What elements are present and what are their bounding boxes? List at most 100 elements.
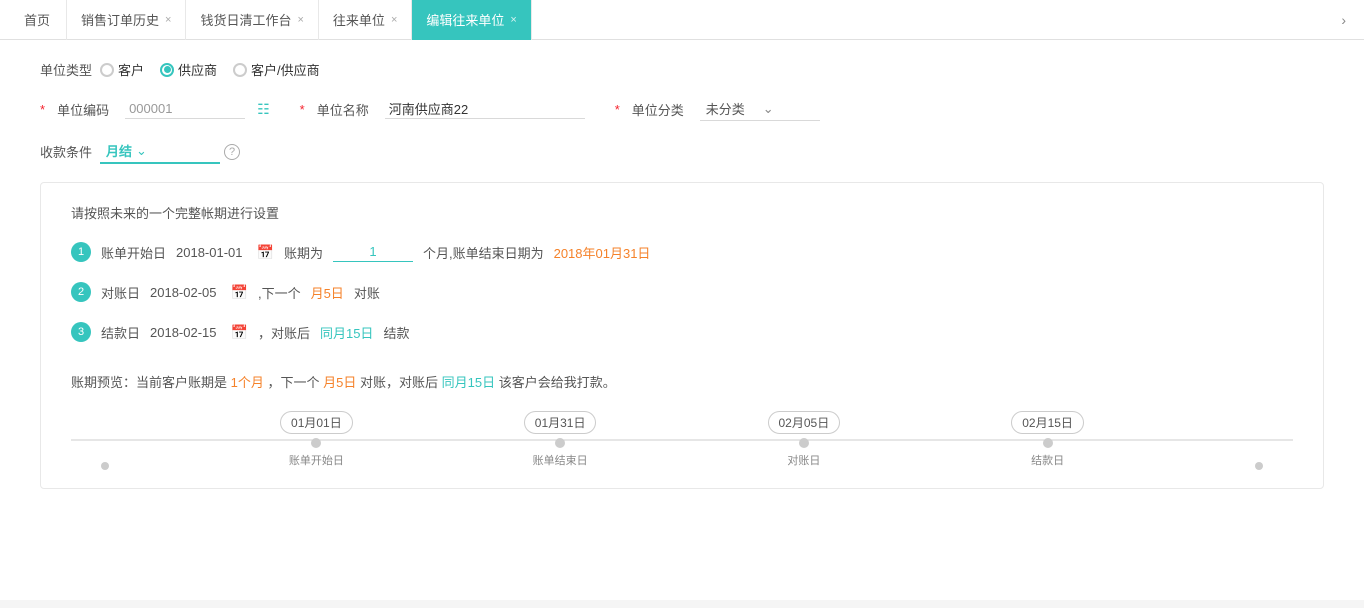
tabs-bar: 首页 销售订单历史 × 钱货日清工作台 × 往来单位 × 编辑往来单位 × › — [0, 0, 1364, 40]
radio-customer-supplier-circle — [233, 63, 247, 77]
timeline-node-3: 02月05日 对账日 — [768, 411, 841, 468]
timeline-node-4: 02月15日 结款日 — [1011, 411, 1084, 468]
preview-h2: 月5日 — [323, 375, 356, 390]
reconcile-date-row: 2 对账日 2018-02-05 📅 ,下一个 月5日 对账 — [71, 282, 1293, 302]
timeline-left-dot — [101, 462, 109, 470]
start-date-value: 2018-01-01 — [176, 245, 243, 260]
main-content: 单位类型 客户 供应商 客户/供应商 * 单位编码 ☷ * 单位名称 — [0, 40, 1364, 600]
timeline-container: 01月01日 账单开始日 01月31日 账单结束日 02月05日 对账日 02月… — [71, 411, 1293, 468]
row-num-2: 2 — [71, 282, 91, 302]
unit-category-label: 单位分类 — [632, 100, 684, 119]
unit-info-row: * 单位编码 ☷ * 单位名称 * 单位分类 未分类 ⌄ — [40, 97, 1324, 121]
payment-date-calendar-icon[interactable]: 📅 — [231, 324, 248, 341]
unit-code-input[interactable] — [125, 99, 245, 119]
timeline-node-2: 01月31日 账单结束日 — [524, 411, 597, 468]
payment-desc-highlight: 同月15日 — [320, 323, 373, 342]
period-end-date: 2018年01月31日 — [554, 243, 651, 262]
unit-type-radio-group: 客户 供应商 客户/供应商 — [100, 60, 320, 79]
row-num-1: 1 — [71, 242, 91, 262]
code-required-star: * — [40, 102, 45, 117]
timeline-right-dot — [1255, 462, 1263, 470]
start-date-row: 1 账单开始日 2018-01-01 📅 账期为 个月,账单结束日期为 2018… — [71, 242, 1293, 262]
timeline-badge-2: 01月31日 — [524, 411, 597, 434]
period-value-input[interactable] — [333, 242, 413, 262]
timeline-dot-4 — [1043, 438, 1053, 448]
radio-customer-supplier[interactable]: 客户/供应商 — [233, 60, 320, 79]
tab-sales-history[interactable]: 销售订单历史 × — [67, 0, 186, 40]
preview-suffix: 该客户会给我打款。 — [499, 375, 616, 390]
reconcile-date-value: 2018-02-05 — [150, 285, 217, 300]
close-tab-sales-history[interactable]: × — [165, 14, 171, 26]
payment-help-icon[interactable]: ? — [224, 144, 240, 160]
timeline-label-2: 账单结束日 — [533, 452, 588, 468]
timeline-dot-3 — [799, 438, 809, 448]
tab-cash-workbench[interactable]: 钱货日清工作台 × — [186, 0, 318, 40]
timeline-dot-2 — [555, 438, 565, 448]
payment-dropdown-icon: ⌄ — [136, 143, 147, 159]
start-date-calendar-icon[interactable]: 📅 — [257, 244, 274, 261]
unit-code-copy-icon[interactable]: ☷ — [257, 101, 270, 118]
row-num-3: 3 — [71, 322, 91, 342]
timeline-node-1: 01月01日 账单开始日 — [280, 411, 353, 468]
close-tab-edit-partner[interactable]: × — [510, 14, 516, 26]
reconcile-desc-after: 对账 — [354, 283, 380, 302]
unit-category-value: 未分类 — [706, 99, 757, 118]
timeline-dot-1 — [311, 438, 321, 448]
reconcile-desc-highlight: 月5日 — [311, 283, 344, 302]
unit-code-group: * 单位编码 ☷ — [40, 99, 270, 119]
radio-supplier[interactable]: 供应商 — [160, 60, 217, 79]
preview-row: 账期预览：当前客户账期是 1个月 ，下一个 月5日 对账，对账后 同月15日 该… — [71, 362, 1293, 411]
unit-name-input[interactable] — [385, 99, 585, 119]
timeline-left-endpoint — [101, 462, 109, 470]
radio-supplier-label: 供应商 — [178, 60, 217, 79]
payment-condition-select[interactable]: 月结 ⌄ — [100, 139, 220, 164]
category-dropdown-icon: ⌄ — [763, 101, 814, 117]
settings-section: 请按照未来的一个完整帐期进行设置 1 账单开始日 2018-01-01 📅 账期… — [40, 182, 1324, 489]
tab-partner-units[interactable]: 往来单位 × — [319, 0, 412, 40]
payment-date-label: 结款日 — [101, 323, 140, 342]
start-date-label: 账单开始日 — [101, 243, 166, 262]
payment-date-row: 3 结款日 2018-02-15 📅 ，对账后 同月15日 结款 — [71, 322, 1293, 342]
preview-sep1: ，下一个 — [268, 375, 320, 390]
period-suffix: 个月,账单结束日期为 — [423, 243, 544, 262]
category-required-star: * — [615, 102, 620, 117]
payment-label: 收款条件 — [40, 142, 92, 161]
preview-h1: 1个月 — [231, 375, 264, 390]
preview-h3: 同月15日 — [442, 375, 495, 390]
timeline-label-4: 结款日 — [1031, 452, 1064, 468]
unit-name-group: * 单位名称 — [300, 99, 585, 119]
preview-sep2: 对账，对账后 — [360, 375, 438, 390]
payment-row: 收款条件 月结 ⌄ ? — [40, 139, 1324, 164]
tab-edit-partner[interactable]: 编辑往来单位 × — [412, 0, 531, 40]
payment-condition-value: 月结 — [106, 141, 132, 160]
tab-home[interactable]: 首页 — [8, 0, 67, 40]
radio-customer-circle — [100, 63, 114, 77]
payment-desc-after: 结款 — [383, 323, 409, 342]
timeline-label-3: 对账日 — [787, 452, 820, 468]
section-title: 请按照未来的一个完整帐期进行设置 — [71, 203, 1293, 222]
unit-name-label: 单位名称 — [317, 100, 369, 119]
payment-desc-before: ，对账后 — [258, 323, 310, 342]
period-prefix: 账期为 — [284, 243, 323, 262]
reconcile-desc-before: ,下一个 — [258, 283, 301, 302]
timeline-label-1: 账单开始日 — [289, 452, 344, 468]
unit-code-label: 单位编码 — [57, 100, 109, 119]
tabs-scroll-arrow[interactable]: › — [1331, 12, 1356, 28]
radio-customer[interactable]: 客户 — [100, 60, 144, 79]
unit-category-select[interactable]: 未分类 ⌄ — [700, 97, 820, 121]
reconcile-date-calendar-icon[interactable]: 📅 — [231, 284, 248, 301]
payment-date-value: 2018-02-15 — [150, 325, 217, 340]
close-tab-cash-workbench[interactable]: × — [297, 14, 303, 26]
timeline-badge-4: 02月15日 — [1011, 411, 1084, 434]
timeline-right-endpoint — [1255, 462, 1263, 470]
radio-supplier-circle — [160, 63, 174, 77]
name-required-star: * — [300, 102, 305, 117]
timeline-badge-1: 01月01日 — [280, 411, 353, 434]
reconcile-date-label: 对账日 — [101, 283, 140, 302]
unit-category-group: * 单位分类 未分类 ⌄ — [615, 97, 820, 121]
preview-prefix: 账期预览：当前客户账期是 — [71, 375, 227, 390]
timeline-badge-3: 02月05日 — [768, 411, 841, 434]
close-tab-partner-units[interactable]: × — [391, 14, 397, 26]
radio-customer-label: 客户 — [118, 60, 144, 79]
unit-type-label: 单位类型 — [40, 60, 92, 79]
